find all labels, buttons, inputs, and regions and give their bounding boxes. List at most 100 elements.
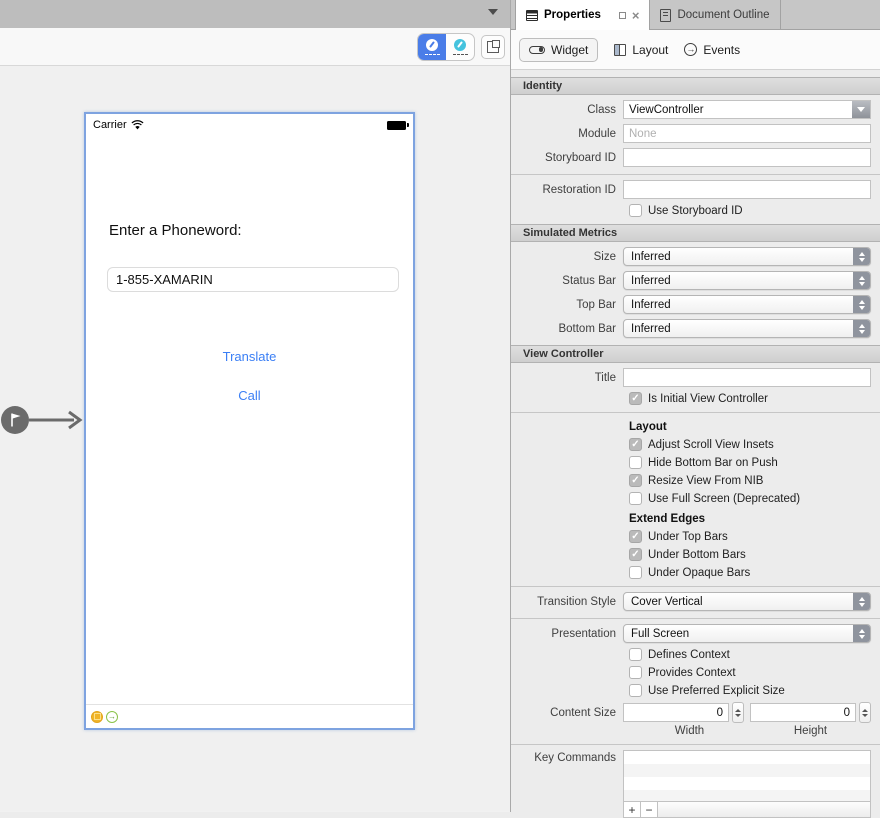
close-icon[interactable]: ×	[632, 9, 640, 22]
popup-stepper-icon	[853, 593, 870, 610]
divider	[511, 586, 880, 587]
divider	[511, 412, 880, 413]
defines-context-row: Defines Context	[629, 648, 871, 661]
storyboard-id-field[interactable]	[623, 148, 871, 167]
phoneword-textfield-value: 1-855-XAMARIN	[116, 272, 213, 287]
size-popup[interactable]: Inferred	[623, 247, 871, 266]
layout-tab-button[interactable]: Layout	[614, 43, 668, 57]
dashed-line-icon	[453, 54, 468, 55]
content-width-value: 0	[717, 707, 723, 719]
storyboard-canvas[interactable]: Carrier Enter a Phoneword: 1-855-XAMARIN…	[0, 66, 510, 811]
under-bottom-label: Under Bottom Bars	[648, 549, 746, 561]
content-height-field[interactable]: 0	[750, 703, 856, 722]
phoneword-textfield[interactable]: 1-855-XAMARIN	[107, 267, 399, 292]
phoneword-label[interactable]: Enter a Phoneword:	[109, 222, 242, 239]
storyboard-entry-point-arrow[interactable]	[0, 405, 86, 435]
designer-toolbar	[0, 28, 510, 66]
title-field[interactable]	[623, 368, 871, 387]
use-storyboard-id-checkbox[interactable]	[629, 204, 642, 217]
divider	[511, 744, 880, 745]
resize-view-checkbox[interactable]: ✓	[629, 474, 642, 487]
constraint-pencil-cyan-icon	[454, 39, 466, 51]
use-storyboard-id-row: Use Storyboard ID	[629, 204, 871, 217]
hide-bottom-checkbox[interactable]	[629, 456, 642, 469]
constraint-pencil-icon	[426, 39, 438, 51]
top-bar-popup[interactable]: Inferred	[623, 295, 871, 314]
under-opaque-row: Under Opaque Bars	[629, 566, 871, 579]
class-label: Class	[511, 104, 623, 116]
class-value: ViewController	[629, 104, 704, 116]
under-top-checkbox[interactable]: ✓	[629, 530, 642, 543]
defines-context-checkbox[interactable]	[629, 648, 642, 661]
use-full-screen-checkbox[interactable]	[629, 492, 642, 505]
tab-properties[interactable]: Properties ×	[515, 0, 650, 30]
size-value: Inferred	[631, 251, 671, 263]
bottom-bar-label: Bottom Bar	[511, 323, 623, 335]
add-key-command-button[interactable]: +	[624, 802, 641, 817]
key-commands-list[interactable]	[623, 750, 871, 802]
under-bottom-checkbox[interactable]: ✓	[629, 548, 642, 561]
constraint-preview-segment[interactable]	[446, 34, 474, 60]
height-stepper[interactable]	[859, 702, 871, 723]
wifi-icon	[131, 120, 144, 130]
constraint-edit-segment-selected[interactable]	[418, 34, 446, 60]
under-top-label: Under Top Bars	[648, 531, 728, 543]
status-bar-popup[interactable]: Inferred	[623, 271, 871, 290]
resize-view-row: ✓ Resize View From NIB	[629, 474, 871, 487]
tab-properties-label: Properties	[544, 9, 601, 21]
layout-subheader: Layout	[629, 421, 871, 433]
use-preferred-checkbox[interactable]	[629, 684, 642, 697]
defines-context-label: Defines Context	[648, 649, 730, 661]
use-preferred-label: Use Preferred Explicit Size	[648, 685, 785, 697]
size-row: Size Inferred	[511, 247, 871, 266]
exit-segue-icon[interactable]: →	[106, 711, 118, 723]
bottom-bar-popup[interactable]: Inferred	[623, 319, 871, 338]
extend-edges-subheader: Extend Edges	[629, 513, 871, 525]
key-commands-label: Key Commands	[511, 750, 623, 764]
status-bar-value: Inferred	[631, 275, 671, 287]
status-bar-label: Status Bar	[511, 275, 623, 287]
presentation-label: Presentation	[511, 628, 623, 640]
content-size-label: Content Size	[511, 707, 623, 719]
class-row: Class ViewController	[511, 100, 871, 119]
is-initial-checkbox[interactable]: ✓	[629, 392, 642, 405]
properties-panel: Properties × Document Outline Widget Lay…	[510, 0, 880, 812]
call-button[interactable]: Call	[86, 388, 413, 403]
use-preferred-row: Use Preferred Explicit Size	[629, 684, 871, 697]
under-opaque-label: Under Opaque Bars	[648, 567, 750, 579]
width-stepper[interactable]	[732, 702, 744, 723]
storyboard-id-row: Storyboard ID	[511, 148, 871, 167]
float-panel-icon[interactable]	[619, 12, 626, 19]
events-tab-label: Events	[703, 43, 740, 57]
dashed-line-icon	[425, 54, 440, 55]
adjust-scroll-checkbox[interactable]: ✓	[629, 438, 642, 451]
view-controller-icon[interactable]	[91, 711, 103, 723]
events-tab-button[interactable]: → Events	[684, 43, 740, 57]
restoration-id-field[interactable]	[623, 180, 871, 199]
module-field[interactable]: None	[623, 124, 871, 143]
presentation-popup[interactable]: Full Screen	[623, 624, 871, 643]
popup-stepper-icon	[853, 248, 870, 265]
transition-style-popup[interactable]: Cover Vertical	[623, 592, 871, 611]
under-opaque-checkbox[interactable]	[629, 566, 642, 579]
widget-tab-button[interactable]: Widget	[519, 38, 598, 62]
content-width-field[interactable]: 0	[623, 703, 729, 722]
chevron-down-icon[interactable]	[488, 9, 498, 15]
size-inspector-button[interactable]	[481, 35, 505, 59]
tab-document-outline[interactable]: Document Outline	[650, 0, 780, 30]
widget-icon	[529, 46, 545, 54]
identity-section-header: Identity	[511, 77, 880, 95]
resize-view-label: Resize View From NIB	[648, 475, 763, 487]
class-combobox[interactable]: ViewController	[623, 100, 871, 119]
provides-context-checkbox[interactable]	[629, 666, 642, 679]
layout-tab-label: Layout	[632, 43, 668, 57]
remove-key-command-button[interactable]: −	[641, 802, 658, 817]
translate-button[interactable]: Translate	[86, 349, 413, 364]
under-top-row: ✓ Under Top Bars	[629, 530, 871, 543]
module-placeholder: None	[629, 128, 657, 140]
use-storyboard-id-label: Use Storyboard ID	[648, 205, 743, 217]
view-controller-canvas[interactable]: Carrier Enter a Phoneword: 1-855-XAMARIN…	[84, 112, 415, 730]
combo-dropdown-icon[interactable]	[852, 101, 870, 118]
battery-icon	[387, 121, 406, 130]
content-size-row: Content Size 0 0	[511, 702, 871, 723]
